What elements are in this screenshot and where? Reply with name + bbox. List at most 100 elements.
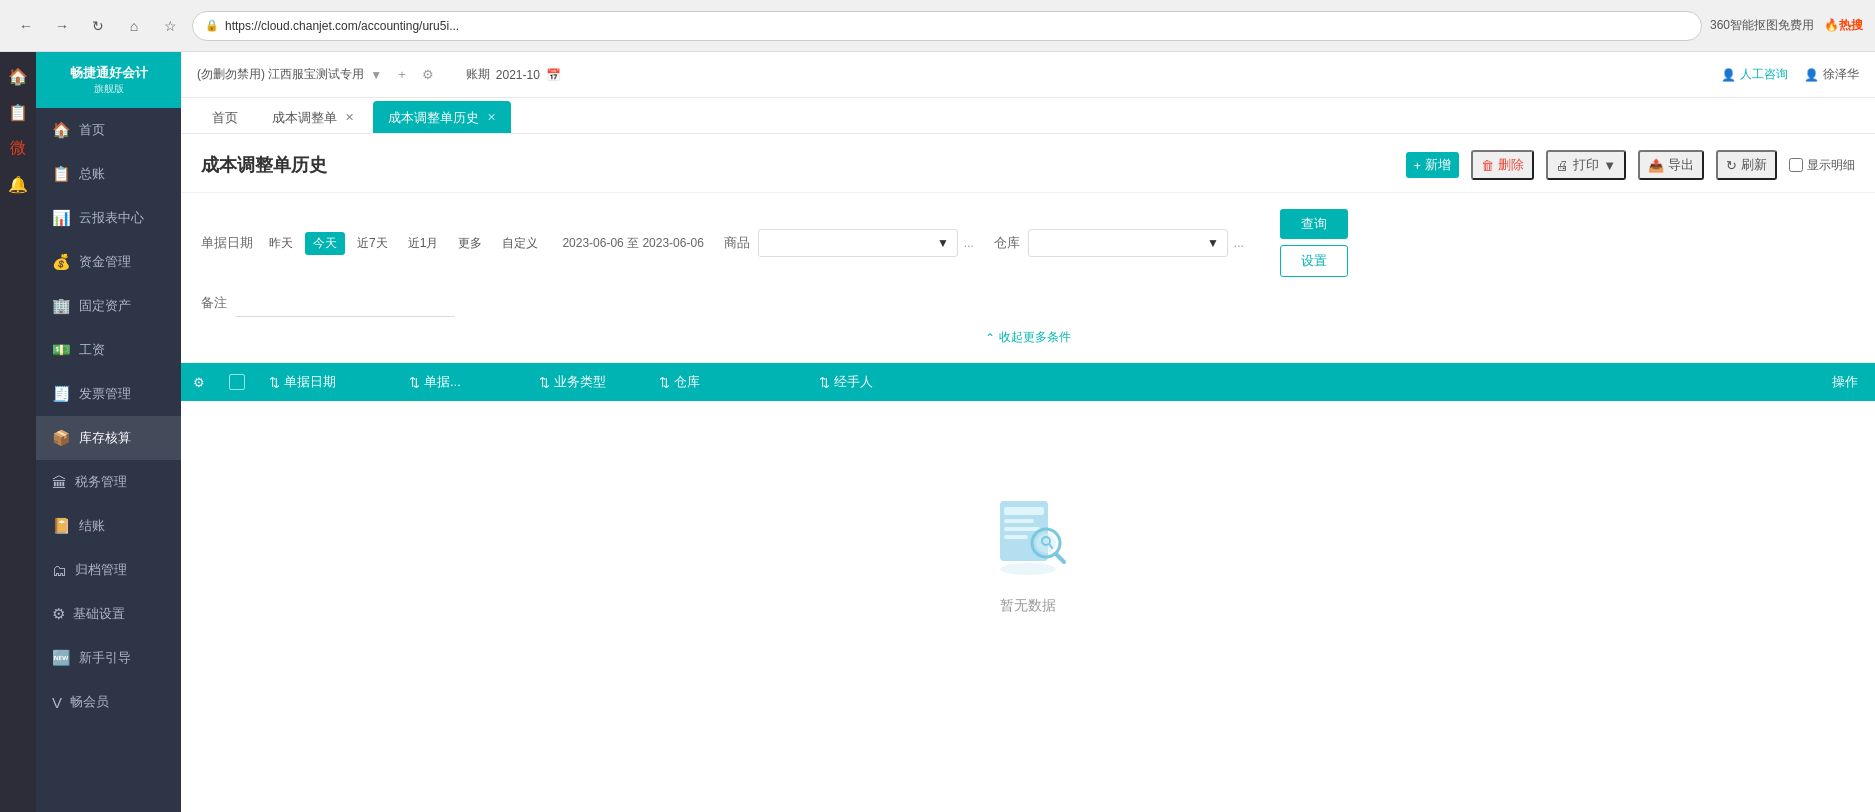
search-text: 360智能抠图免费用 xyxy=(1710,17,1814,34)
table-col-actions: 操作 xyxy=(1815,373,1875,391)
page-actions: + 新增 🗑 删除 🖨 打印 ▼ 📤 导出 xyxy=(1406,150,1855,180)
sidebar-item-reports[interactable]: 📊 云报表中心 xyxy=(36,196,181,240)
product-select-box[interactable]: ▼ xyxy=(758,229,958,257)
app-logo: 畅捷通好会计 旗舰版 xyxy=(36,52,181,108)
settings-icon: ⚙ xyxy=(52,605,65,623)
page-content: 成本调整单历史 + 新增 🗑 删除 🖨 打印 ▼ xyxy=(181,134,1875,812)
query-label: 查询 xyxy=(1301,216,1327,231)
table-header: ⚙ ⇅ 单据日期 ⇅ 单据... ⇅ 业务类型 xyxy=(181,363,1875,401)
sidebar-item-guide[interactable]: 🆕 新手引导 xyxy=(36,636,181,680)
tab-cost-adjust-close-icon[interactable]: ✕ xyxy=(345,111,354,124)
filter-row-remark: 备注 xyxy=(201,289,1855,317)
user-service-btn[interactable]: 👤 人工咨询 xyxy=(1721,66,1788,83)
sidebar-item-funds[interactable]: 💰 资金管理 xyxy=(36,240,181,284)
icon-bar-menu1[interactable]: 📋 xyxy=(2,96,34,128)
table-col-handler[interactable]: ⇅ 经手人 xyxy=(807,373,967,391)
logo-sub: 旗舰版 xyxy=(94,82,124,96)
browser-bar: ← → ↻ ⌂ ☆ 🔒 https://cloud.chanjet.com/ac… xyxy=(0,0,1875,52)
sidebar-item-inventory[interactable]: 📦 库存核算 xyxy=(36,416,181,460)
date-btn-custom[interactable]: 自定义 xyxy=(494,232,546,255)
sidebar-label-vip: 畅会员 xyxy=(70,693,109,711)
page-header: 成本调整单历史 + 新增 🗑 删除 🖨 打印 ▼ xyxy=(181,134,1875,193)
table-col-date[interactable]: ⇅ 单据日期 xyxy=(257,373,397,391)
user-name: 徐泽华 xyxy=(1823,66,1859,83)
address-bar[interactable]: 🔒 https://cloud.chanjet.com/accounting/u… xyxy=(192,11,1702,41)
tab-cost-adjust[interactable]: 成本调整单 ✕ xyxy=(257,101,369,133)
tab-cost-adjust-history[interactable]: 成本调整单历史 ✕ xyxy=(373,101,511,133)
refresh-button[interactable]: ↻ 刷新 xyxy=(1716,150,1777,180)
refresh-button[interactable]: ↻ xyxy=(84,12,112,40)
remark-input[interactable] xyxy=(235,289,455,317)
user-info[interactable]: 👤 徐泽华 xyxy=(1804,66,1859,83)
funds-icon: 💰 xyxy=(52,253,71,271)
sidebar-item-settings[interactable]: ⚙ 基础设置 xyxy=(36,592,181,636)
date-btn-yesterday[interactable]: 昨天 xyxy=(261,232,301,255)
icon-bar-weibo[interactable]: 微 xyxy=(2,132,34,164)
sidebar-item-vip[interactable]: V 畅会员 xyxy=(36,680,181,724)
home-button[interactable]: ⌂ xyxy=(120,12,148,40)
table-col-type[interactable]: ⇅ 业务类型 xyxy=(527,373,647,391)
browser-tools: 360智能抠图免费用 🔥热搜 xyxy=(1710,17,1863,34)
sidebar-item-tax[interactable]: 🏛 税务管理 xyxy=(36,460,181,504)
export-button[interactable]: 📤 导出 xyxy=(1638,150,1704,180)
lock-icon: 🔒 xyxy=(205,19,219,32)
table-col-warehouse[interactable]: ⇅ 仓库 xyxy=(647,373,807,391)
date-btn-today[interactable]: 今天 xyxy=(305,232,345,255)
filter-settings-button[interactable]: 设置 xyxy=(1280,245,1348,277)
sidebar-item-archive[interactable]: 🗂 归档管理 xyxy=(36,548,181,592)
calendar-icon[interactable]: 📅 xyxy=(546,68,561,82)
star-button[interactable]: ☆ xyxy=(156,12,184,40)
col-date-sort-icon: ⇅ xyxy=(269,375,280,390)
warehouse-more-btn[interactable]: ... xyxy=(1234,236,1244,250)
delete-button[interactable]: 🗑 删除 xyxy=(1471,150,1534,180)
date-filter-label: 单据日期 xyxy=(201,234,253,252)
sidebar-item-assets[interactable]: 🏢 固定资产 xyxy=(36,284,181,328)
product-more-btn[interactable]: ... xyxy=(964,236,974,250)
col-handler-label: 经手人 xyxy=(834,373,873,391)
settings-gear-icon[interactable]: ⚙ xyxy=(422,67,434,82)
print-button[interactable]: 🖨 打印 ▼ xyxy=(1546,150,1626,180)
tab-home[interactable]: 首页 xyxy=(197,101,253,133)
period-label: 账期 xyxy=(466,66,490,83)
sidebar-label-archive: 归档管理 xyxy=(75,561,127,579)
table-col-settings[interactable]: ⚙ xyxy=(181,375,217,390)
back-button[interactable]: ← xyxy=(12,12,40,40)
table-container: ⚙ ⇅ 单据日期 ⇅ 单据... ⇅ 业务类型 xyxy=(181,363,1875,695)
date-btn-1month[interactable]: 近1月 xyxy=(400,232,447,255)
table-settings-icon: ⚙ xyxy=(193,375,205,390)
sidebar-label-payroll: 工资 xyxy=(79,341,105,359)
sidebar-item-payroll[interactable]: 💵 工资 xyxy=(36,328,181,372)
icon-bar-home[interactable]: 🏠 xyxy=(2,60,34,92)
date-btn-more[interactable]: 更多 xyxy=(450,232,490,255)
filter-settings-label: 设置 xyxy=(1301,253,1327,268)
col-num-sort-icon: ⇅ xyxy=(409,375,420,390)
table-col-num[interactable]: ⇅ 单据... xyxy=(397,373,527,391)
sidebar-item-invoice[interactable]: 🧾 发票管理 xyxy=(36,372,181,416)
sidebar-item-home[interactable]: 🏠 首页 xyxy=(36,108,181,152)
empty-text: 暂无数据 xyxy=(1000,597,1056,615)
col-date-label: 单据日期 xyxy=(284,373,336,391)
display-toggle-checkbox[interactable] xyxy=(1789,158,1803,172)
sidebar-item-close[interactable]: 📔 结账 xyxy=(36,504,181,548)
close-book-icon: 📔 xyxy=(52,517,71,535)
remark-filter-label: 备注 xyxy=(201,294,227,312)
forward-button[interactable]: → xyxy=(48,12,76,40)
add-workspace-btn[interactable]: + xyxy=(398,67,406,82)
filter-area: 单据日期 昨天 今天 近7天 近1月 更多 自定义 2023-06-06 至 2… xyxy=(181,193,1875,363)
new-button[interactable]: + 新增 xyxy=(1406,152,1460,178)
tab-cost-adjust-history-close-icon[interactable]: ✕ xyxy=(487,111,496,124)
select-all-checkbox[interactable] xyxy=(229,374,245,390)
date-btn-7days[interactable]: 近7天 xyxy=(349,232,396,255)
workspace-selector[interactable]: (勿删勿禁用) 江西服宝测试专用 ▼ xyxy=(197,66,382,83)
collapse-btn[interactable]: ⌃ 收起更多条件 xyxy=(985,329,1071,346)
warehouse-filter-label: 仓库 xyxy=(994,234,1020,252)
vip-icon: V xyxy=(52,694,62,711)
warehouse-select-box[interactable]: ▼ xyxy=(1028,229,1228,257)
guide-icon: 🆕 xyxy=(52,649,71,667)
sidebar-item-ledger[interactable]: 📋 总账 xyxy=(36,152,181,196)
svg-rect-3 xyxy=(1004,519,1034,523)
icon-bar-menu2[interactable]: 🔔 xyxy=(2,168,34,200)
user-service-label: 人工咨询 xyxy=(1740,66,1788,83)
query-button[interactable]: 查询 xyxy=(1280,209,1348,239)
table-col-checkbox[interactable] xyxy=(217,374,257,390)
